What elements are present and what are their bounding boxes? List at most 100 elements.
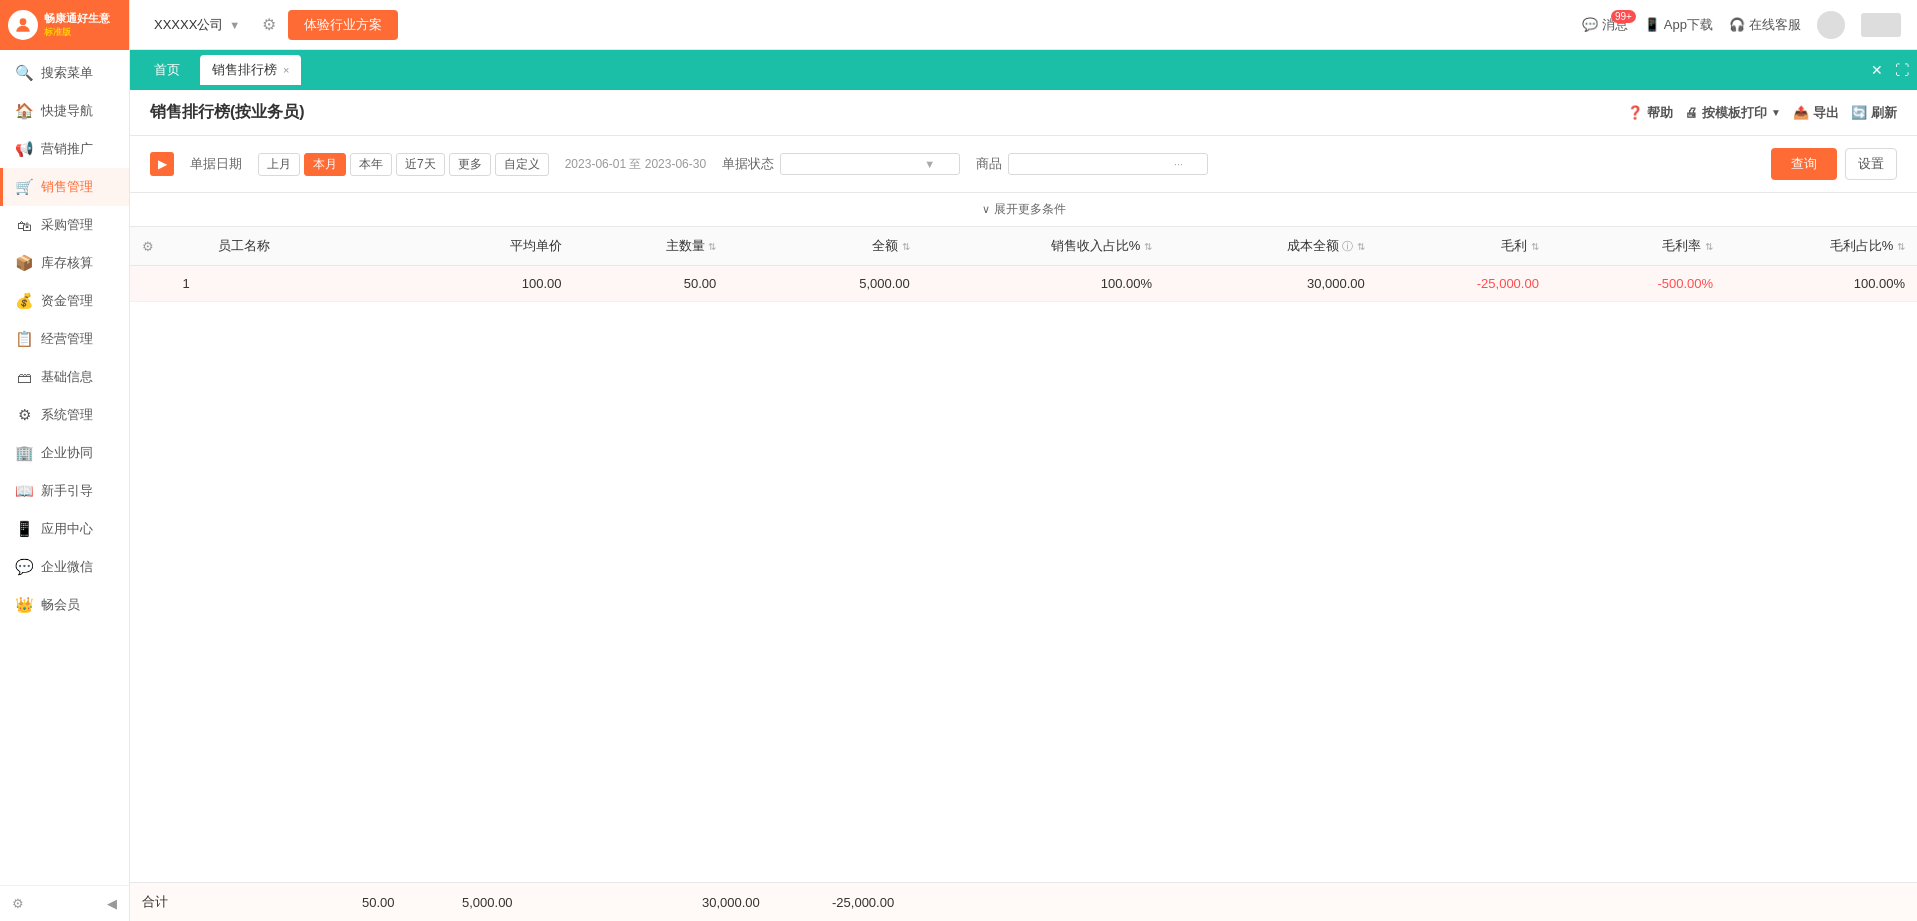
ellipsis-icon: ··· [1174,158,1183,170]
money-icon: 💰 [15,292,33,310]
headset-icon: 🎧 [1729,17,1745,32]
refresh-button[interactable]: 🔄 刷新 [1851,104,1897,122]
user-avatar[interactable] [1817,11,1845,39]
row-amount: 5,000.00 [728,266,921,302]
sidebar-item-label: 经营管理 [41,330,93,348]
sort-icon[interactable]: ⇅ [1531,241,1539,252]
sidebar-item-operations[interactable]: 📋 经营管理 [0,320,129,358]
table-container: ⚙ 员工名称 平均单价 主数量 ⇅ 全额 ⇅ 销售收入占 [130,227,1917,882]
expand-label: 展开更多条件 [994,201,1066,218]
col-gross-pct-header[interactable]: 毛利占比% ⇅ [1725,227,1917,266]
svg-point-0 [20,18,27,25]
tabbar-actions: ✕ ⛶ [1871,62,1909,78]
app-download-item[interactable]: 📱 App下载 [1644,16,1713,34]
col-gross-header[interactable]: 毛利 ⇅ [1377,227,1551,266]
sidebar-item-label: 新手引导 [41,482,93,500]
row-cost: 30,000.00 [1164,266,1377,302]
filter-toggle-button[interactable]: ▶ [150,152,174,176]
last7days-button[interactable]: 近7天 [396,153,445,176]
col-name-header: 员工名称 [206,227,399,266]
goods-select[interactable]: ··· [1008,153,1208,175]
window-close-icon[interactable]: ✕ [1871,62,1883,78]
date-range-text: 2023-06-01 至 2023-06-30 [565,156,706,173]
sort-icon[interactable]: ⇅ [1705,241,1713,252]
query-button[interactable]: 查询 [1771,148,1837,180]
template-print-button[interactable]: 🖨 按模板打印 ▼ [1685,104,1781,122]
sidebar-item-quick-nav[interactable]: 🏠 快捷导航 [0,92,129,130]
row-gross-pct: 100.00% [1725,266,1917,302]
sidebar-settings-icon[interactable]: ⚙ [12,896,24,911]
tab-sales-ranking[interactable]: 销售排行榜 × [200,55,301,85]
sidebar-item-system[interactable]: ⚙ 系统管理 [0,396,129,434]
tab-home[interactable]: 首页 [138,55,196,85]
sidebar-item-enterprise[interactable]: 🏢 企业协同 [0,434,129,472]
status-select[interactable]: ▼ [780,153,960,175]
expand-more-bar[interactable]: ∨ 展开更多条件 [130,193,1917,227]
try-industry-button[interactable]: 体验行业方案 [288,10,398,40]
table-header-row: ⚙ 员工名称 平均单价 主数量 ⇅ 全额 ⇅ 销售收入占 [130,227,1917,266]
topbar-right: 💬 消息 99+ 📱 App下载 🎧 在线客服 [1582,11,1901,39]
topbar-settings-icon[interactable]: ⚙ [262,15,276,34]
sort-icon[interactable]: ⇅ [1897,241,1905,252]
sort-icon[interactable]: ⇅ [902,241,910,252]
shopping-icon: 🛍 [15,217,33,234]
chevron-down-icon: ▼ [229,19,240,31]
company-selector[interactable]: XXXXX公司 ▼ [146,12,248,38]
sidebar-item-inventory[interactable]: 📦 库存核算 [0,244,129,282]
sidebar-item-label: 采购管理 [41,216,93,234]
col-amount-header[interactable]: 全额 ⇅ [728,227,921,266]
info-icon[interactable]: ⓘ [1342,240,1353,252]
this-year-button[interactable]: 本年 [350,153,392,176]
sidebar-collapse-icon[interactable]: ◀ [107,896,117,911]
chevron-down-icon: ∨ [982,203,990,216]
settings-button[interactable]: 设置 [1845,148,1897,180]
message-icon: 💬 [1582,17,1598,32]
sidebar-item-label: 企业协同 [41,444,93,462]
col-sales-pct-header[interactable]: 销售收入占比% ⇅ [922,227,1164,266]
sidebar-item-label: 快捷导航 [41,102,93,120]
col-cost-header[interactable]: 成本全额 ⓘ ⇅ [1164,227,1377,266]
sort-icon[interactable]: ⇅ [708,241,716,252]
col-gross-rate-header[interactable]: 毛利率 ⇅ [1551,227,1725,266]
sort-icon[interactable]: ⇅ [1144,241,1152,252]
col-qty-header[interactable]: 主数量 ⇅ [574,227,729,266]
sidebar-item-purchase[interactable]: 🛍 采购管理 [0,206,129,244]
phone-icon: 📱 [15,520,33,538]
row-sales-pct: 100.00% [922,266,1164,302]
sidebar-item-search[interactable]: 🔍 搜索菜单 [0,54,129,92]
sidebar-item-guide[interactable]: 📖 新手引导 [0,472,129,510]
tab-close-icon[interactable]: × [283,64,289,76]
sidebar-item-app-center[interactable]: 📱 应用中心 [0,510,129,548]
row-settings [130,266,166,302]
app-name: 畅康通好生意 [44,11,110,25]
col-settings-header[interactable]: ⚙ [130,227,166,266]
sort-icon[interactable]: ⇅ [1357,241,1365,252]
this-month-button[interactable]: 本月 [304,153,346,176]
sidebar-item-wechat[interactable]: 💬 企业微信 [0,548,129,586]
print-icon: 🖨 [1685,105,1698,120]
sidebar-item-marketing[interactable]: 📢 营销推广 [0,130,129,168]
cart-icon: 🛒 [15,178,33,196]
window-maximize-icon[interactable]: ⛶ [1895,62,1909,78]
filter-bar: ▶ 单据日期 上月 本月 本年 近7天 更多 自定义 2023-06-01 至 … [130,136,1917,193]
home-icon: 🏠 [15,102,33,120]
sidebar-item-basic-info[interactable]: 🗃 基础信息 [0,358,129,396]
last-month-button[interactable]: 上月 [258,153,300,176]
sidebar-item-label: 应用中心 [41,520,93,538]
sidebar-item-finance[interactable]: 💰 资金管理 [0,282,129,320]
message-item[interactable]: 💬 消息 99+ [1582,16,1628,34]
topbar: XXXXX公司 ▼ ⚙ 体验行业方案 💬 消息 99+ 📱 App下载 🎧 在线… [130,0,1917,50]
more-button[interactable]: 更多 [449,153,491,176]
col-avg-price-header[interactable]: 平均单价 [399,227,573,266]
online-service-item[interactable]: 🎧 在线客服 [1729,16,1801,34]
table-footer: 合计 50.00 5,000.00 30,000.00 -25,000.00 [130,882,1917,921]
sidebar-item-sales[interactable]: 🛒 销售管理 [0,168,129,206]
logo-icon [8,10,38,40]
chevron-down-icon: ▼ [1771,107,1781,118]
custom-button[interactable]: 自定义 [495,153,549,176]
status-filter: 单据状态 ▼ [722,153,960,175]
export-button[interactable]: 📤 导出 [1793,104,1839,122]
goods-filter: 商品 ··· [976,153,1208,175]
sidebar-item-member[interactable]: 👑 畅会员 [0,586,129,624]
help-link[interactable]: ❓ 帮助 [1627,104,1673,122]
